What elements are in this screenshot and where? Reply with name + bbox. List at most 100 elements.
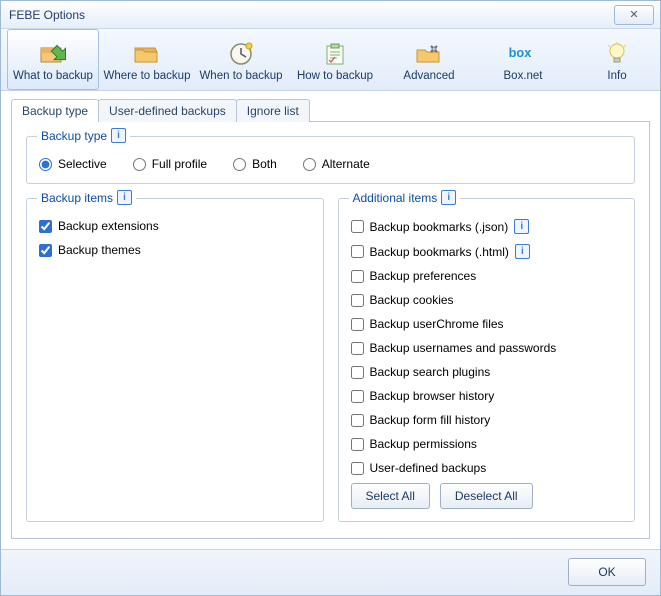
toolbar-label: Where to backup <box>104 70 191 82</box>
checkbox-input[interactable] <box>351 366 364 379</box>
radio-input[interactable] <box>133 158 146 171</box>
footer: OK <box>1 549 660 595</box>
checkbox-backup-form-fill-history[interactable]: Backup form fill history <box>351 413 623 427</box>
tab-ignore-list[interactable]: Ignore list <box>236 99 310 122</box>
checkbox-backup-search-plugins[interactable]: Backup search plugins <box>351 365 623 379</box>
checkbox-input[interactable] <box>39 244 52 257</box>
toolbar-where-to-backup[interactable]: Where to backup <box>101 29 193 90</box>
checkbox-backup-bookmarks-json-[interactable]: Backup bookmarks (.json) i <box>351 219 623 234</box>
toolbar-label: Info <box>607 70 626 82</box>
checkbox-label: Backup browser history <box>370 389 495 403</box>
checkbox-input[interactable] <box>351 462 364 475</box>
content-area: Backup typeUser-defined backupsIgnore li… <box>1 91 660 549</box>
tab-backup-type[interactable]: Backup type <box>11 99 99 122</box>
clock-icon <box>225 40 257 68</box>
additional-items-legend-text: Additional items <box>353 191 438 205</box>
checkbox-backup-bookmarks-html-[interactable]: Backup bookmarks (.html) i <box>351 244 623 259</box>
toolbar-info[interactable]: Info <box>571 29 661 90</box>
toolbar-label: When to backup <box>199 70 282 82</box>
window-title: FEBE Options <box>7 8 614 22</box>
radio-both[interactable]: Both <box>233 157 277 171</box>
checkbox-backup-preferences[interactable]: Backup preferences <box>351 269 623 283</box>
folder-icon <box>131 40 163 68</box>
checkbox-input[interactable] <box>351 294 364 307</box>
checkbox-input[interactable] <box>351 414 364 427</box>
radio-selective[interactable]: Selective <box>39 157 107 171</box>
radio-input[interactable] <box>39 158 52 171</box>
checkbox-label: Backup themes <box>58 243 141 257</box>
checkbox-backup-permissions[interactable]: Backup permissions <box>351 437 623 451</box>
checkbox-input[interactable] <box>351 342 364 355</box>
radio-label: Alternate <box>322 157 370 171</box>
checkbox-input[interactable] <box>351 390 364 403</box>
backup-icon <box>37 40 69 68</box>
radio-label: Both <box>252 157 277 171</box>
tabstrip: Backup typeUser-defined backupsIgnore li… <box>11 99 650 122</box>
backup-items-legend: Backup items i <box>37 190 136 205</box>
additional-items-group: Additional items i Backup bookmarks (.js… <box>338 198 636 522</box>
close-button[interactable]: ✕ <box>614 5 654 25</box>
toolbar-how-to-backup[interactable]: How to backup <box>289 29 381 90</box>
radio-input[interactable] <box>233 158 246 171</box>
checkbox-input[interactable] <box>351 270 364 283</box>
checkbox-input[interactable] <box>351 438 364 451</box>
checkbox-backup-userchrome-files[interactable]: Backup userChrome files <box>351 317 623 331</box>
window: FEBE Options ✕ What to backup Where to ba… <box>0 0 661 596</box>
radio-label: Selective <box>58 157 107 171</box>
backup-type-legend-text: Backup type <box>41 129 107 143</box>
toolbar-box-net[interactable]: box Box.net <box>477 29 569 90</box>
checkbox-backup-extensions[interactable]: Backup extensions <box>39 219 311 233</box>
additional-items-legend: Additional items i <box>349 190 461 205</box>
checkbox-backup-cookies[interactable]: Backup cookies <box>351 293 623 307</box>
select-all-button[interactable]: Select All <box>351 483 430 509</box>
titlebar: FEBE Options ✕ <box>1 1 660 29</box>
radio-full-profile[interactable]: Full profile <box>133 157 207 171</box>
radio-input[interactable] <box>303 158 316 171</box>
checkbox-backup-usernames-and-passwords[interactable]: Backup usernames and passwords <box>351 341 623 355</box>
checkbox-input[interactable] <box>351 318 364 331</box>
toolbar: What to backup Where to backup When to bac… <box>1 29 660 91</box>
backup-items-legend-text: Backup items <box>41 191 113 205</box>
checkbox-label: Backup permissions <box>370 437 477 451</box>
checkbox-label: User-defined backups <box>370 461 487 475</box>
checkbox-label: Backup preferences <box>370 269 477 283</box>
toolbar-what-to-backup[interactable]: What to backup <box>7 29 99 90</box>
backup-type-group: Backup type i SelectiveFull profileBothA… <box>26 136 635 184</box>
backup-type-radios: Selective Full profile Both Alternate <box>39 157 622 171</box>
toolbar-label: Advanced <box>403 70 454 82</box>
boxnet-icon: box <box>507 40 539 68</box>
checkbox-backup-browser-history[interactable]: Backup browser history <box>351 389 623 403</box>
lightbulb-icon <box>601 40 633 68</box>
clipboard-icon <box>319 40 351 68</box>
checkbox-backup-themes[interactable]: Backup themes <box>39 243 311 257</box>
toolbar-advanced[interactable]: Advanced <box>383 29 475 90</box>
toolbar-label: What to backup <box>13 70 93 82</box>
checkbox-input[interactable] <box>351 220 364 233</box>
checkbox-label: Backup extensions <box>58 219 159 233</box>
info-icon[interactable]: i <box>117 190 132 205</box>
tools-icon <box>413 40 445 68</box>
close-icon: ✕ <box>629 8 638 21</box>
checkbox-label: Backup bookmarks (.html) <box>370 245 509 259</box>
toolbar-when-to-backup[interactable]: When to backup <box>195 29 287 90</box>
info-icon[interactable]: i <box>515 244 530 259</box>
items-columns: Backup items i Backup extensionsBackup t… <box>26 198 635 522</box>
checkbox-user-defined-backups[interactable]: User-defined backups <box>351 461 623 475</box>
checkbox-label: Backup form fill history <box>370 413 491 427</box>
info-icon[interactable]: i <box>514 219 529 234</box>
checkbox-input[interactable] <box>39 220 52 233</box>
info-icon[interactable]: i <box>111 128 126 143</box>
tab-user-defined-backups[interactable]: User-defined backups <box>98 99 237 122</box>
tab-panel: Backup type i Selective Full profile Both A… <box>11 121 650 539</box>
radio-alternate[interactable]: Alternate <box>303 157 370 171</box>
toolbar-label: How to backup <box>297 70 373 82</box>
backup-items-group: Backup items i Backup extensionsBackup t… <box>26 198 324 522</box>
checkbox-input[interactable] <box>351 245 364 258</box>
ok-button[interactable]: OK <box>568 558 646 586</box>
additional-items-list: Backup bookmarks (.json) i Backup bookmar… <box>351 219 623 475</box>
backup-type-legend: Backup type i <box>37 128 130 143</box>
info-icon[interactable]: i <box>441 190 456 205</box>
deselect-all-button[interactable]: Deselect All <box>440 483 533 509</box>
svg-text:box: box <box>509 45 533 60</box>
toolbar-label: Box.net <box>504 70 543 82</box>
